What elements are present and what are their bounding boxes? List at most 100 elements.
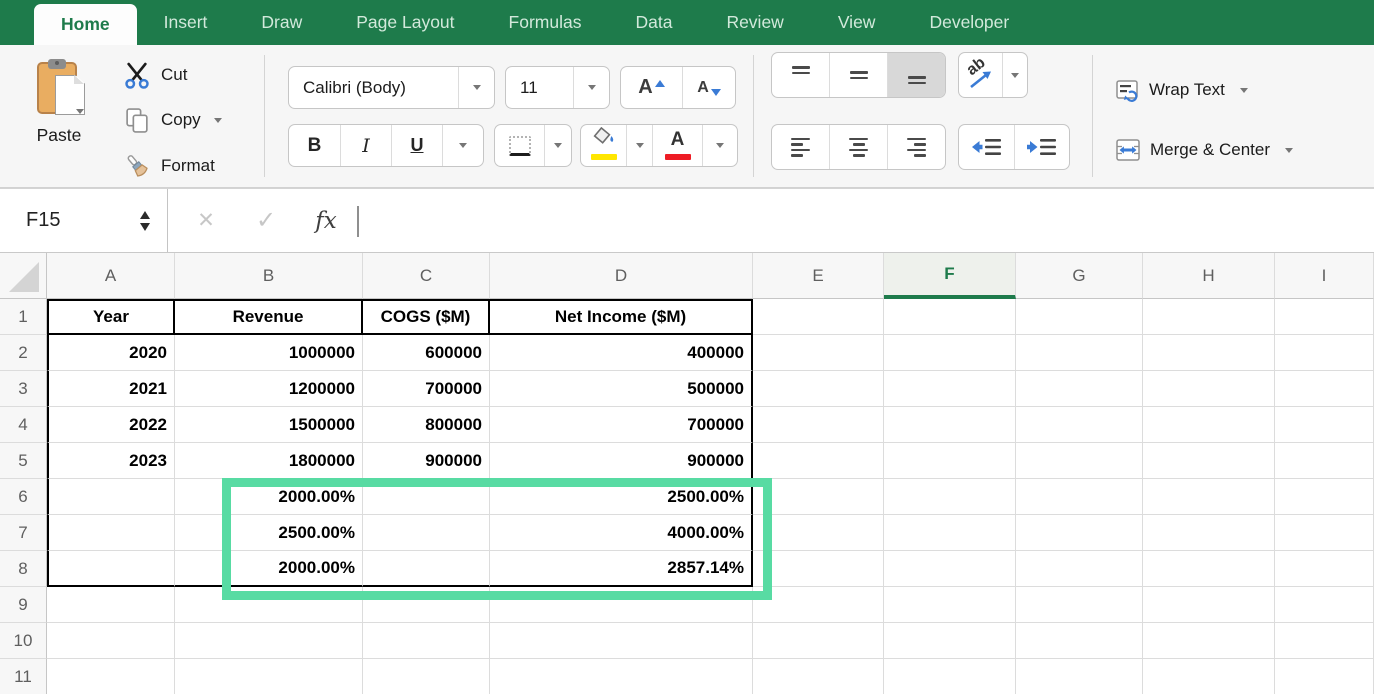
accept-icon[interactable]: ✓	[248, 189, 284, 252]
cell-H8[interactable]	[1143, 551, 1275, 587]
cell-D9[interactable]	[490, 587, 753, 623]
cell-D8[interactable]: 2857.14%	[490, 551, 753, 587]
underline-button[interactable]: U	[392, 125, 443, 166]
cancel-icon[interactable]: ✕	[188, 189, 224, 252]
cell-D1[interactable]: Net Income ($M)	[490, 299, 753, 335]
cell-E8[interactable]	[753, 551, 884, 587]
cell-G11[interactable]	[1016, 659, 1143, 694]
cell-B6[interactable]: 2000.00%	[175, 479, 363, 515]
cell-F10[interactable]	[884, 623, 1016, 659]
cell-B3[interactable]: 1200000	[175, 371, 363, 407]
cell-F11[interactable]	[884, 659, 1016, 694]
tab-view[interactable]: View	[811, 0, 903, 45]
cell-F8[interactable]	[884, 551, 1016, 587]
tab-developer[interactable]: Developer	[902, 0, 1036, 45]
cell-G5[interactable]	[1016, 443, 1143, 479]
increase-indent-button[interactable]	[1015, 125, 1069, 169]
cell-G1[interactable]	[1016, 299, 1143, 335]
borders-dropdown[interactable]	[545, 125, 571, 166]
cell-D5[interactable]: 900000	[490, 443, 753, 479]
cell-E9[interactable]	[753, 587, 884, 623]
row-header-5[interactable]: 5	[0, 443, 47, 479]
font-size-select[interactable]: 11	[505, 66, 610, 109]
column-header-B[interactable]: B	[175, 253, 363, 299]
tab-home[interactable]: Home	[34, 4, 137, 45]
cell-B5[interactable]: 1800000	[175, 443, 363, 479]
wrap-text-dropdown-icon[interactable]	[1239, 87, 1248, 93]
cell-D7[interactable]: 4000.00%	[490, 515, 753, 551]
cell-B9[interactable]	[175, 587, 363, 623]
copy-dropdown-icon[interactable]	[213, 117, 222, 123]
cell-I5[interactable]	[1275, 443, 1374, 479]
name-box[interactable]: F15	[0, 189, 168, 252]
cell-F4[interactable]	[884, 407, 1016, 443]
grow-font-button[interactable]: A	[621, 67, 683, 108]
copy-button[interactable]: Copy	[122, 102, 222, 138]
format-button[interactable]: Format	[122, 148, 215, 184]
cell-D4[interactable]: 700000	[490, 407, 753, 443]
row-header-11[interactable]: 11	[0, 659, 47, 694]
tab-review[interactable]: Review	[699, 0, 810, 45]
merge-center-dropdown-icon[interactable]	[1285, 147, 1293, 153]
cell-G9[interactable]	[1016, 587, 1143, 623]
cell-I10[interactable]	[1275, 623, 1374, 659]
cell-F2[interactable]	[884, 335, 1016, 371]
cell-E2[interactable]	[753, 335, 884, 371]
cell-B4[interactable]: 1500000	[175, 407, 363, 443]
cell-D6[interactable]: 2500.00%	[490, 479, 753, 515]
cell-D2[interactable]: 400000	[490, 335, 753, 371]
cell-C10[interactable]	[363, 623, 490, 659]
cell-G7[interactable]	[1016, 515, 1143, 551]
cell-A1[interactable]: Year	[47, 299, 175, 335]
tab-draw[interactable]: Draw	[234, 0, 329, 45]
cell-H6[interactable]	[1143, 479, 1275, 515]
italic-button[interactable]: I	[341, 125, 392, 166]
shrink-font-button[interactable]: A	[683, 67, 735, 108]
cell-F6[interactable]	[884, 479, 1016, 515]
cell-I4[interactable]	[1275, 407, 1374, 443]
select-all-corner[interactable]	[0, 253, 47, 299]
align-bottom-button[interactable]	[888, 53, 945, 97]
align-center-button[interactable]	[830, 125, 888, 169]
formula-input-caret[interactable]	[357, 206, 359, 237]
cell-B8[interactable]: 2000.00%	[175, 551, 363, 587]
row-header-1[interactable]: 1	[0, 299, 47, 335]
cell-D11[interactable]	[490, 659, 753, 694]
cell-G3[interactable]	[1016, 371, 1143, 407]
cut-button[interactable]: Cut	[122, 57, 187, 93]
cell-I3[interactable]	[1275, 371, 1374, 407]
cell-H9[interactable]	[1143, 587, 1275, 623]
cell-C5[interactable]: 900000	[363, 443, 490, 479]
underline-dropdown[interactable]	[443, 125, 483, 166]
borders-button[interactable]	[495, 125, 545, 166]
column-header-G[interactable]: G	[1016, 253, 1143, 299]
cell-B10[interactable]	[175, 623, 363, 659]
column-header-A[interactable]: A	[47, 253, 175, 299]
cell-E7[interactable]	[753, 515, 884, 551]
cell-A9[interactable]	[47, 587, 175, 623]
font-size-dropdown-icon[interactable]	[587, 85, 596, 90]
align-middle-button[interactable]	[830, 53, 888, 97]
cell-H10[interactable]	[1143, 623, 1275, 659]
stepper-down-icon[interactable]	[140, 222, 150, 231]
cell-C3[interactable]: 700000	[363, 371, 490, 407]
merge-center-button[interactable]: Merge & Center	[1116, 132, 1293, 168]
cell-I9[interactable]	[1275, 587, 1374, 623]
cell-G8[interactable]	[1016, 551, 1143, 587]
cell-E4[interactable]	[753, 407, 884, 443]
align-left-button[interactable]	[772, 125, 830, 169]
cell-C2[interactable]: 600000	[363, 335, 490, 371]
cell-G4[interactable]	[1016, 407, 1143, 443]
cell-I7[interactable]	[1275, 515, 1374, 551]
cell-E5[interactable]	[753, 443, 884, 479]
cell-H5[interactable]	[1143, 443, 1275, 479]
column-header-E[interactable]: E	[753, 253, 884, 299]
cell-B2[interactable]: 1000000	[175, 335, 363, 371]
cell-C9[interactable]	[363, 587, 490, 623]
cell-E1[interactable]	[753, 299, 884, 335]
cell-A10[interactable]	[47, 623, 175, 659]
cell-I11[interactable]	[1275, 659, 1374, 694]
cell-B7[interactable]: 2500.00%	[175, 515, 363, 551]
cell-I1[interactable]	[1275, 299, 1374, 335]
orientation-button[interactable]: ab	[959, 53, 1003, 97]
